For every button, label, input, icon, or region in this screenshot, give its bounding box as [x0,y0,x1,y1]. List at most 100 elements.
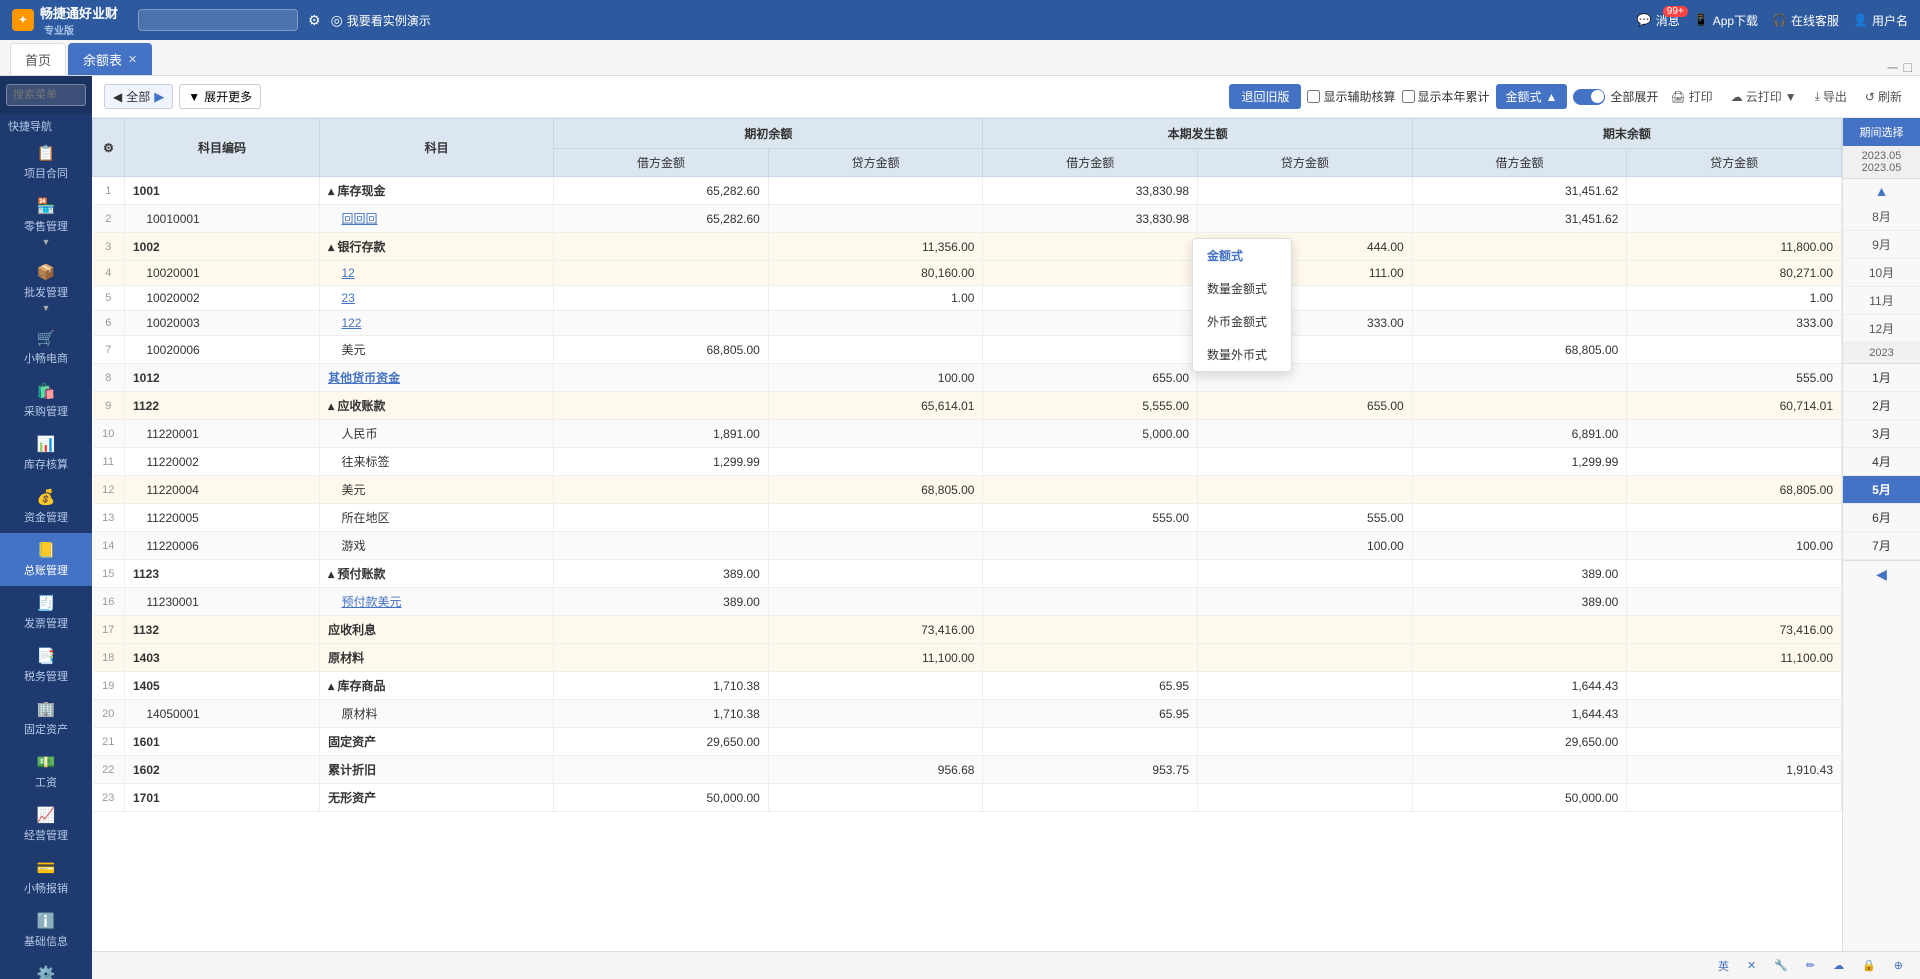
table-name-cell[interactable]: ▴ 应收账款 [320,392,554,420]
settings-icon[interactable]: ⚙ [308,12,321,29]
table-code-cell: 1405 [125,672,320,700]
rp-month-12[interactable]: 12月 [1843,315,1920,343]
table-name-cell[interactable]: 应收利息 [320,616,554,644]
table-name-cell[interactable]: 固定资产 [320,728,554,756]
table-name-cell[interactable]: 12 [320,261,554,286]
top-search-input[interactable] [138,9,298,31]
sidebar-item-finance[interactable]: 💰 资金管理 [0,480,92,533]
rp-month-4[interactable]: 4月 [1843,448,1920,476]
return-version-button[interactable]: 退回旧版 [1229,84,1301,109]
rp-month-3[interactable]: 3月 [1843,420,1920,448]
message-action[interactable]: 💬 消息 99+ [1637,12,1680,29]
bottom-tool-btn[interactable]: 🔧 [1769,957,1793,974]
table-name-cell[interactable]: 人民币 [320,420,554,448]
sidebar-item-ledger[interactable]: 📒 总账管理 [0,533,92,586]
bottom-lock-btn[interactable]: 🔒 [1857,957,1881,974]
rp-month-10[interactable]: 10月 [1843,259,1920,287]
table-name-cell[interactable]: ▴ 库存商品 [320,672,554,700]
sidebar-item-management[interactable]: 📈 经营管理 [0,798,92,851]
table-name-cell[interactable]: ▴ 预付账款 [320,560,554,588]
demo-link[interactable]: ◎ 我要看实例演示 [331,12,431,29]
user-action[interactable]: 👤 用户名 [1853,12,1908,29]
sidebar-label-project: 项目合同 [24,165,68,181]
tab-close-icon[interactable]: ✕ [128,53,137,66]
dropdown-item-qty-foreign[interactable]: 数量外币式 [1193,338,1291,371]
minimize-icon[interactable]: ─ [1888,59,1898,75]
table-name-cell[interactable]: 累计折旧 [320,756,554,784]
toggle-track[interactable] [1573,89,1605,105]
table-cell [768,504,983,532]
rp-month-5[interactable]: 5月 [1843,476,1920,504]
table-name-cell[interactable]: 122 [320,311,554,336]
rp-month-6[interactable]: 6月 [1843,504,1920,532]
bottom-plus-btn[interactable]: ⊕ [1889,957,1908,974]
table-cell [1412,532,1627,560]
cloud-print-button[interactable]: ☁ 云打印 ▼ [1725,85,1803,108]
sidebar-item-expense[interactable]: 💳 小畅报销 [0,851,92,904]
toggle-thumb [1591,90,1604,103]
rp-month-11[interactable]: 11月 [1843,287,1920,315]
rp-month-8[interactable]: 8月 [1843,203,1920,231]
bottom-cloud-btn[interactable]: ☁ [1828,957,1849,974]
show-year-total-input[interactable] [1402,90,1415,103]
online-support-action[interactable]: 🎧 在线客服 [1772,12,1839,29]
show-year-total-checkbox[interactable]: 显示本年累计 [1402,88,1490,105]
table-name-cell[interactable]: 美元 [320,336,554,364]
sidebar-item-wholesale[interactable]: 📦 批发管理 ▼ [0,255,92,321]
table-name-cell[interactable]: 所在地区 [320,504,554,532]
sidebar-search-input[interactable] [6,84,86,106]
dropdown-item-foreign-amount[interactable]: 外币金额式 [1193,305,1291,338]
print-button[interactable]: 🖨 打印 [1664,85,1718,108]
dropdown-item-amount[interactable]: 金额式 [1193,239,1291,272]
dropdown-item-qty-amount[interactable]: 数量金额式 [1193,272,1291,305]
amount-mode-button[interactable]: 金额式 ▲ [1496,84,1568,109]
table-name-cell[interactable]: 其他货币资金 [320,364,554,392]
table-name-cell[interactable]: 预付款美元 [320,588,554,616]
settings-column-header[interactable]: ⚙ [93,119,125,177]
sidebar-item-invoice[interactable]: 🧾 发票管理 [0,586,92,639]
table-cell [1627,448,1842,476]
back-arrow-icon[interactable]: ◀ [113,90,122,104]
table-name-cell[interactable]: ▴ 银行存款 [320,233,554,261]
sidebar-item-purchase[interactable]: 🛍️ 采购管理 [0,374,92,427]
sidebar-item-tax[interactable]: 📑 税务管理 [0,639,92,692]
table-name-cell[interactable]: 无形资产 [320,784,554,812]
table-name-cell[interactable]: 原材料 [320,644,554,672]
rp-month-1[interactable]: 1月 [1843,364,1920,392]
rp-up-btn[interactable]: ▲ [1843,179,1920,203]
tab-home[interactable]: 首页 [10,43,66,75]
sidebar-item-fixed-assets[interactable]: 🏢 固定资产 [0,692,92,745]
rp-month-9[interactable]: 9月 [1843,231,1920,259]
bottom-pencil-btn[interactable]: ✏ [1801,957,1820,974]
sidebar-item-ecommerce[interactable]: 🛒 小畅电商 [0,321,92,374]
bottom-lang-btn[interactable]: 英 [1713,956,1734,976]
table-name-cell[interactable]: ▴ 库存现金 [320,177,554,205]
table-name-cell[interactable]: 往来标签 [320,448,554,476]
sidebar-item-system[interactable]: ⚙️ 系统管理 [0,957,92,979]
sidebar-item-basic[interactable]: ℹ️ 基础信息 [0,904,92,957]
expand-all-toggle[interactable]: 全部展开 [1573,88,1658,105]
rp-month-7[interactable]: 7月 [1843,532,1920,560]
bottom-edit-btn[interactable]: ✕ [1742,957,1761,974]
sidebar-item-retail[interactable]: 🏪 零售管理 ▼ [0,189,92,255]
sidebar-item-inventory[interactable]: 📊 库存核算 [0,427,92,480]
table-name-cell[interactable]: 游戏 [320,532,554,560]
show-auxiliary-input[interactable] [1307,90,1320,103]
expand-more-button[interactable]: ▼ 展开更多 [179,84,261,109]
tab-balance[interactable]: 余额表 ✕ [68,43,152,75]
rp-collapse-btn[interactable]: ◀ [1843,560,1920,588]
refresh-button[interactable]: ↺ 刷新 [1859,85,1908,108]
maximize-icon[interactable]: □ [1904,59,1912,75]
table-name-cell[interactable]: 美元 [320,476,554,504]
table-name-cell[interactable]: 23 [320,286,554,311]
forward-arrow-icon[interactable]: ▶ [154,89,164,105]
export-button[interactable]: ⤓ 导出 [1809,85,1853,108]
table-name-cell[interactable]: 原材料 [320,700,554,728]
sidebar-item-project[interactable]: 📋 项目合同 [0,136,92,189]
show-auxiliary-checkbox[interactable]: 显示辅助核算 [1307,88,1395,105]
sidebar-item-payroll[interactable]: 💵 工资 [0,745,92,798]
rp-month-2[interactable]: 2月 [1843,392,1920,420]
table-name-cell[interactable]: 回回回 [320,205,554,233]
app-download-action[interactable]: 📱 App下载 [1694,12,1758,29]
table-cell [1627,784,1842,812]
